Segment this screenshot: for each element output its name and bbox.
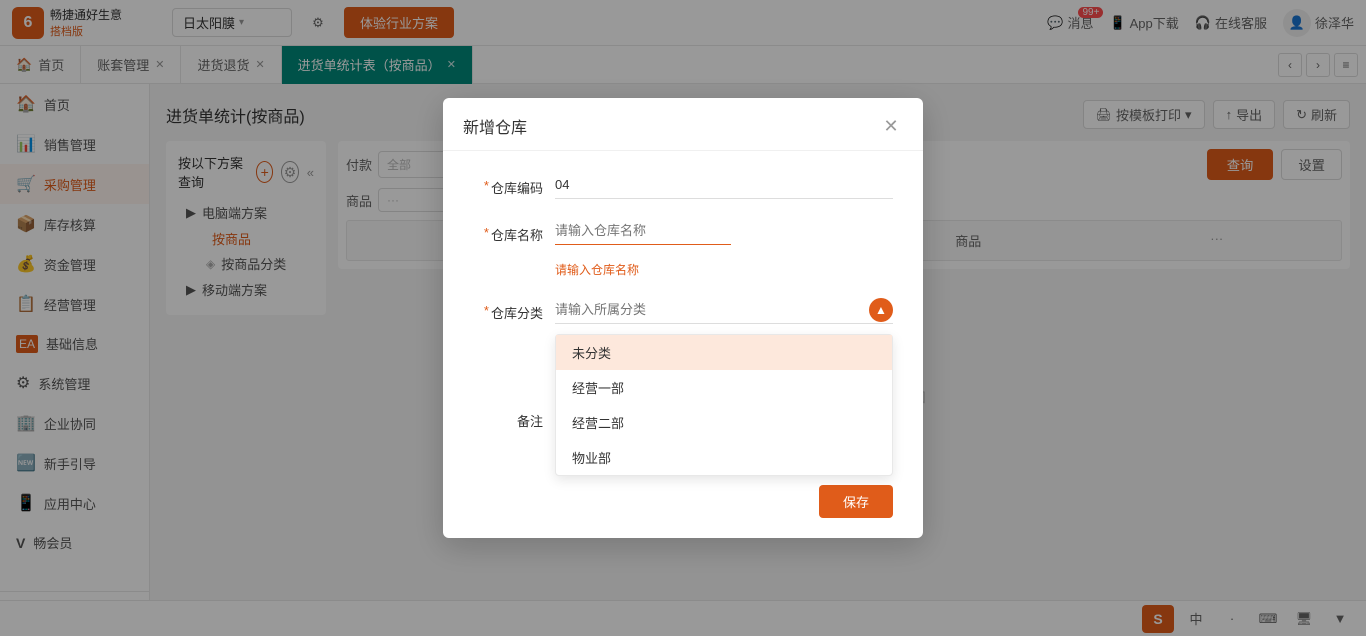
modal-overlay[interactable]: 新增仓库 ✕ * 仓库编码 * 仓库名称 [0,0,1366,636]
dialog-header: 新增仓库 ✕ [443,98,923,151]
name-input[interactable] [555,217,731,245]
save-button[interactable]: 保存 [819,485,893,518]
name-input-wrap [555,217,893,245]
dialog-footer: 保存 [443,485,923,518]
dropdown-item-3[interactable]: 物业部 [556,440,892,475]
name-error-msg: 请输入仓库名称 [473,261,639,278]
dropdown-item-1[interactable]: 经营一部 [556,370,892,405]
add-warehouse-dialog: 新增仓库 ✕ * 仓库编码 * 仓库名称 [443,98,923,538]
dialog-body: * 仓库编码 * 仓库名称 请输入仓库名称 [443,151,923,485]
code-input[interactable] [555,171,893,199]
note-label: 备注 [473,404,543,430]
form-row-code: * 仓库编码 [473,171,893,199]
form-row-name: * 仓库名称 请输入仓库名称 [473,217,893,278]
category-dropdown: 未分类 经营一部 经营二部 物业部 [555,334,893,476]
form-row-category: * 仓库分类 ▲ 未分类 经营一部 经营二部 物业部 [473,296,893,324]
name-input-row: * 仓库名称 [473,217,893,245]
code-label: * 仓库编码 [473,171,543,197]
dropdown-item-0[interactable]: 未分类 [556,335,892,370]
category-select-wrap: ▲ [555,296,893,324]
category-label: * 仓库分类 [473,296,543,322]
dialog-close-button[interactable]: ✕ [879,114,903,138]
dialog-title: 新增仓库 [463,114,527,138]
name-label: * 仓库名称 [473,218,543,244]
category-input[interactable] [555,296,869,323]
dropdown-item-2[interactable]: 经营二部 [556,405,892,440]
category-dropdown-toggle[interactable]: ▲ [869,298,893,322]
